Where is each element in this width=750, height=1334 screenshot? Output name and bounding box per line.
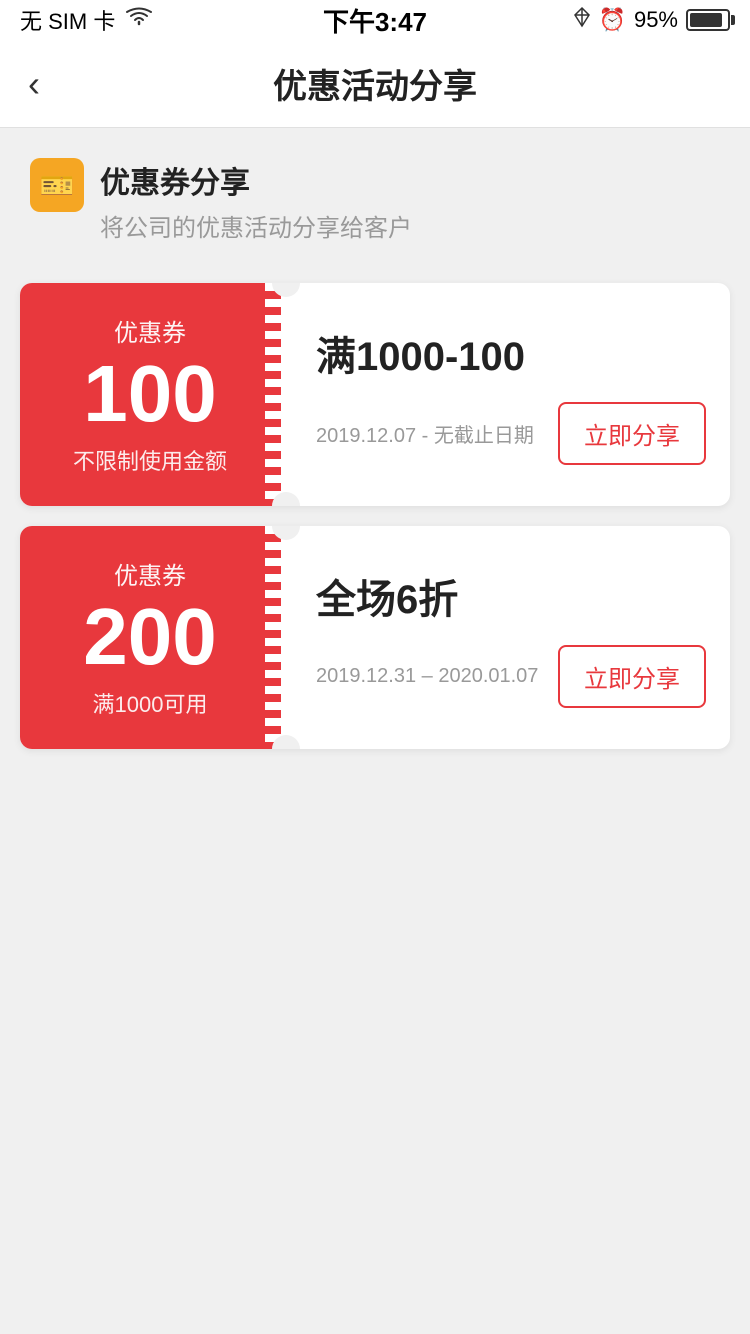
battery-icon [686, 9, 730, 31]
wifi-icon [125, 6, 153, 34]
coupon-left-1: 优惠券 200 满1000可用 [20, 526, 280, 749]
coupon-condition-1: 满1000可用 [93, 687, 208, 719]
page-title: 优惠活动分享 [273, 59, 477, 108]
coupon-right-0: 满1000-100 2019.12.07 - 无截止日期 立即分享 [280, 283, 730, 506]
section-text: 优惠券分享 将公司的优惠活动分享给客户 [100, 158, 412, 243]
coupon-amount-0: 100 [83, 354, 216, 434]
coupon-date-1: 2019.12.31 – 2020.01.07 [316, 665, 558, 688]
coupon-bottom-1: 2019.12.31 – 2020.01.07 立即分享 [316, 645, 706, 708]
empty-area [0, 769, 750, 1269]
status-bar: 无 SIM 卡 下午3:47 ⏰ 95% [0, 0, 750, 40]
coupon-left-0: 优惠券 100 不限制使用金额 [20, 283, 280, 506]
coupon-list: 优惠券 100 不限制使用金额 满1000-100 2019.12.07 - 无… [0, 263, 750, 749]
coupon-label-1: 优惠券 [114, 556, 186, 591]
coupon-label-0: 优惠券 [114, 313, 186, 348]
coupon-date-0: 2019.12.07 - 无截止日期 [316, 419, 558, 448]
battery-percent: 95% [634, 7, 678, 33]
coupon-amount-1: 200 [83, 597, 216, 677]
alarm-icon: ⏰ [599, 7, 626, 33]
share-button-1[interactable]: 立即分享 [558, 645, 706, 708]
location-icon [573, 6, 591, 34]
status-time: 下午3:47 [323, 2, 427, 39]
status-left: 无 SIM 卡 [20, 4, 153, 36]
section-desc: 将公司的优惠活动分享给客户 [100, 208, 412, 243]
share-button-0[interactable]: 立即分享 [558, 402, 706, 465]
section-icon: 🎫 [30, 158, 84, 212]
coupon-card-1: 优惠券 200 满1000可用 全场6折 2019.12.31 – 2020.0… [20, 526, 730, 749]
carrier-text: 无 SIM 卡 [20, 4, 115, 36]
back-button[interactable]: ‹ [28, 66, 40, 102]
coupon-condition-0: 不限制使用金额 [73, 444, 227, 476]
section-title: 优惠券分享 [100, 158, 412, 202]
coupon-bottom-0: 2019.12.07 - 无截止日期 立即分享 [316, 402, 706, 465]
coupon-name-0: 满1000-100 [316, 324, 706, 382]
status-right: ⏰ 95% [573, 6, 730, 34]
coupon-name-1: 全场6折 [316, 567, 706, 625]
coupon-card-0: 优惠券 100 不限制使用金额 满1000-100 2019.12.07 - 无… [20, 283, 730, 506]
nav-bar: ‹ 优惠活动分享 [0, 40, 750, 128]
section-header: 🎫 优惠券分享 将公司的优惠活动分享给客户 [0, 128, 750, 263]
coupon-right-1: 全场6折 2019.12.31 – 2020.01.07 立即分享 [280, 526, 730, 749]
